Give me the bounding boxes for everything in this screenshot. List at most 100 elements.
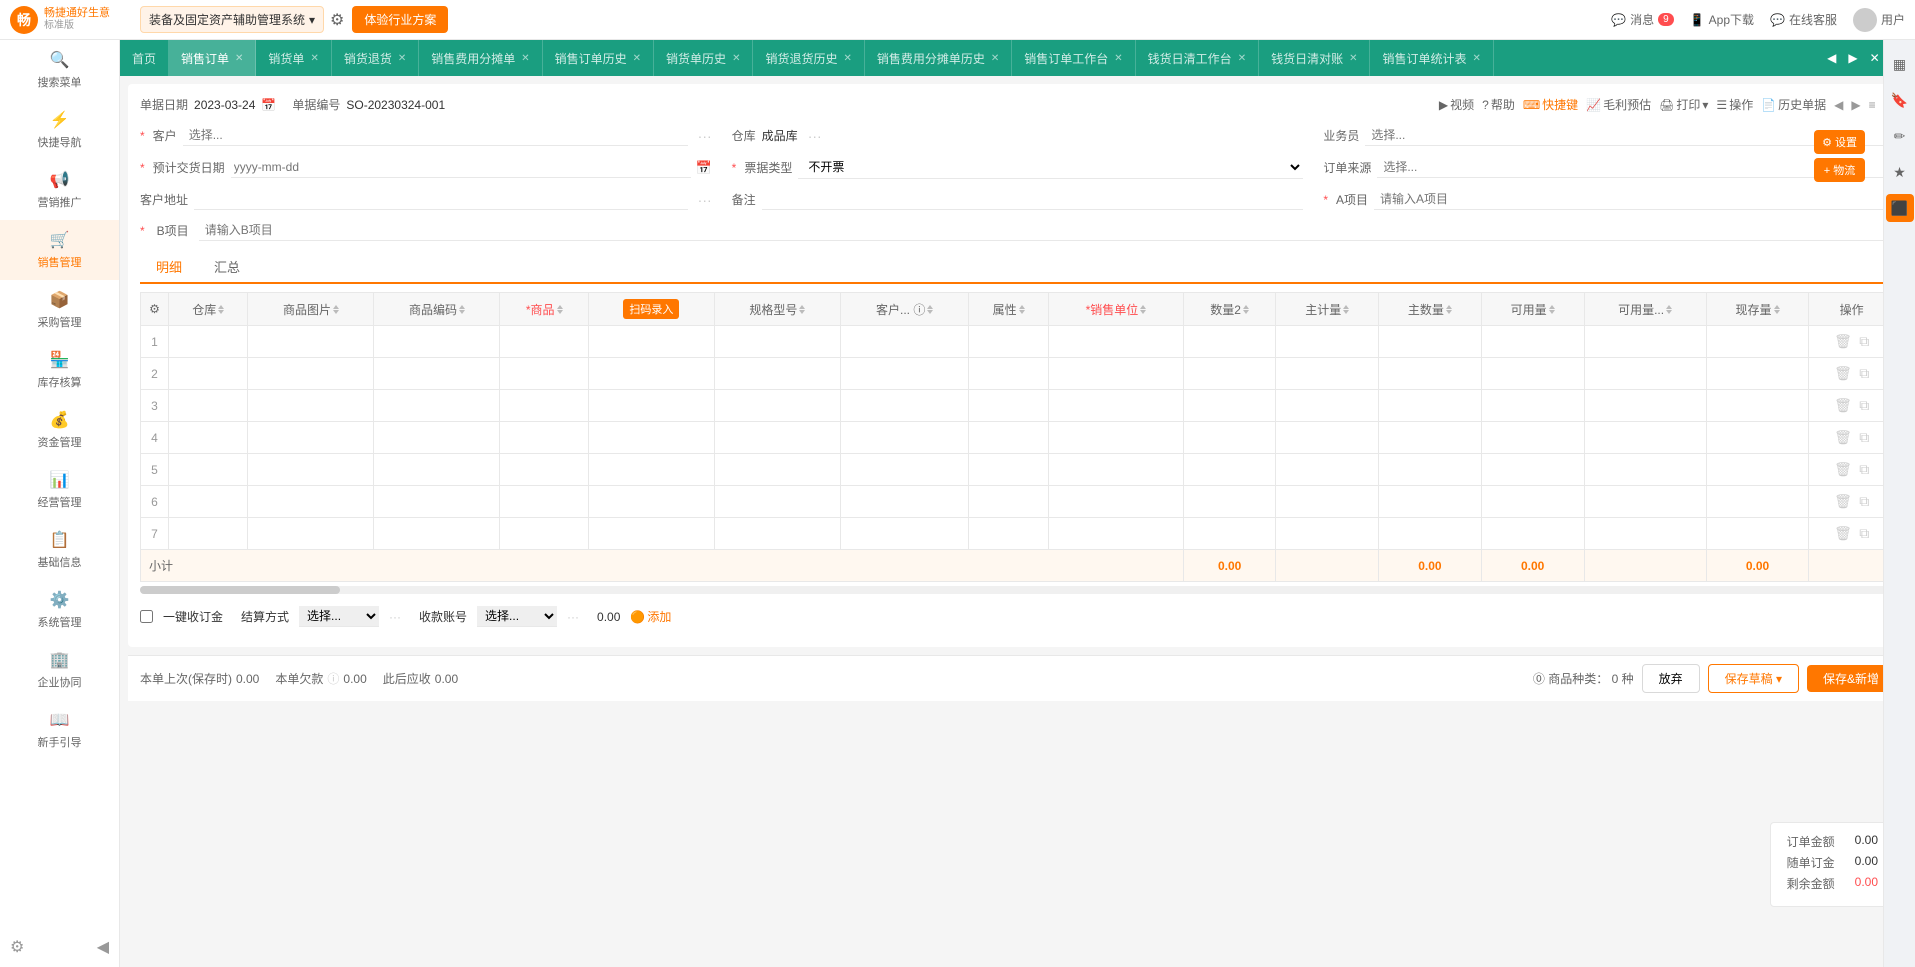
invoice-type-select[interactable]: 不开票: [798, 156, 1303, 179]
history-btn[interactable]: 📄 历史单据: [1761, 96, 1826, 113]
delivery-date-input[interactable]: [231, 157, 692, 178]
row-unit[interactable]: [1048, 358, 1183, 390]
row-available1[interactable]: [1481, 454, 1584, 486]
copy-icon[interactable]: ⧉: [1859, 397, 1869, 413]
row-attribute[interactable]: [969, 326, 1048, 358]
row-available1[interactable]: [1481, 390, 1584, 422]
row-spec[interactable]: [714, 326, 840, 358]
tab-close-icon[interactable]: ✕: [732, 53, 740, 64]
row-available1[interactable]: [1481, 422, 1584, 454]
row-qty2[interactable]: [1183, 518, 1275, 550]
collapse-icon[interactable]: ◀: [97, 937, 109, 957]
row-spec[interactable]: [714, 422, 840, 454]
tab-next-btn[interactable]: ▶: [1844, 49, 1861, 67]
copy-icon[interactable]: ⧉: [1859, 333, 1869, 349]
row-warehouse[interactable]: [169, 454, 248, 486]
row-code[interactable]: [374, 518, 500, 550]
app-download-btn[interactable]: 📱 App下载: [1690, 11, 1754, 28]
remark-input[interactable]: [762, 189, 1304, 210]
row-unit[interactable]: [1048, 422, 1183, 454]
th-available2[interactable]: 可用量...: [1584, 293, 1706, 326]
material-btn[interactable]: + 物流: [1814, 158, 1865, 182]
th-main-qty[interactable]: 主数量: [1379, 293, 1482, 326]
row-available2[interactable]: [1584, 358, 1706, 390]
row-available2[interactable]: [1584, 326, 1706, 358]
row-product[interactable]: [500, 358, 589, 390]
row-customer-spec[interactable]: [840, 326, 969, 358]
copy-icon[interactable]: ⧉: [1859, 429, 1869, 445]
help-btn[interactable]: ? 帮助: [1482, 96, 1515, 113]
row-code[interactable]: [374, 358, 500, 390]
operate-btn[interactable]: ☰ 操作: [1716, 96, 1753, 113]
discard-btn[interactable]: 放弃: [1642, 664, 1700, 693]
row-customer-spec[interactable]: [840, 518, 969, 550]
row-product[interactable]: [500, 454, 589, 486]
gear-icon[interactable]: ⚙: [10, 937, 24, 957]
quick-deposit-checkbox[interactable]: [140, 610, 153, 623]
video-btn[interactable]: ▶ 视频: [1439, 96, 1474, 113]
row-warehouse[interactable]: [169, 390, 248, 422]
system-selector[interactable]: 装备及固定资产辅助管理系统 ▾: [140, 6, 324, 33]
row-qty2[interactable]: [1183, 326, 1275, 358]
calendar-icon[interactable]: 📅: [695, 160, 711, 176]
row-attribute[interactable]: [969, 358, 1048, 390]
row-available1[interactable]: [1481, 358, 1584, 390]
copy-icon[interactable]: ⧉: [1859, 525, 1869, 541]
th-code[interactable]: 商品编码: [374, 293, 500, 326]
row-stock[interactable]: [1706, 518, 1809, 550]
industry-btn[interactable]: 体验行业方案: [352, 6, 448, 33]
row-available2[interactable]: [1584, 390, 1706, 422]
row-unit[interactable]: [1048, 454, 1183, 486]
user-menu[interactable]: 用户: [1853, 8, 1905, 32]
th-unit[interactable]: *销售单位: [1048, 293, 1183, 326]
sidebar-item-search[interactable]: 🔍 搜索菜单: [0, 40, 119, 100]
save-draft-btn[interactable]: 保存草稿 ▾: [1708, 664, 1799, 693]
row-code[interactable]: [374, 486, 500, 518]
delete-icon[interactable]: 🗑: [1834, 333, 1852, 349]
row-stock[interactable]: [1706, 326, 1809, 358]
copy-icon[interactable]: ⧉: [1859, 493, 1869, 509]
row-attribute[interactable]: [969, 422, 1048, 454]
row-available1[interactable]: [1481, 326, 1584, 358]
info-icon[interactable]: ⓘ: [327, 670, 339, 687]
tab-close-icon[interactable]: ✕: [235, 53, 243, 64]
row-qty2[interactable]: [1183, 486, 1275, 518]
right-panel-star-icon[interactable]: ★: [1886, 158, 1914, 186]
sidebar-item-operation[interactable]: 📊 经营管理: [0, 460, 119, 520]
delete-icon[interactable]: 🗑: [1834, 525, 1852, 541]
tab-close-all-btn[interactable]: ✕: [1866, 49, 1884, 67]
tab-detail[interactable]: 明细: [140, 251, 198, 284]
row-spec[interactable]: [714, 518, 840, 550]
message-btn[interactable]: 💬 消息 9: [1611, 11, 1674, 28]
row-main-qty[interactable]: [1379, 486, 1482, 518]
row-customer-spec[interactable]: [840, 390, 969, 422]
tab-summary[interactable]: 汇总: [198, 251, 256, 282]
nav-prev-icon[interactable]: ◀: [1834, 98, 1843, 112]
row-product[interactable]: [500, 326, 589, 358]
tab-sales-return[interactable]: 销货退货 ✕: [332, 40, 419, 76]
row-customer-spec[interactable]: [840, 454, 969, 486]
row-code[interactable]: [374, 326, 500, 358]
row-code[interactable]: [374, 454, 500, 486]
calendar-icon[interactable]: 📅: [261, 98, 276, 112]
row-main-qty[interactable]: [1379, 326, 1482, 358]
tab-receivable-reconcile[interactable]: 钱货日清对账 ✕: [1259, 40, 1370, 76]
row-product[interactable]: [500, 390, 589, 422]
delete-icon[interactable]: 🗑: [1834, 461, 1852, 477]
th-available1[interactable]: 可用量: [1481, 293, 1584, 326]
row-stock[interactable]: [1706, 390, 1809, 422]
setting-btn[interactable]: ⚙ 设置: [1814, 130, 1865, 154]
tab-close-icon[interactable]: ✕: [1349, 53, 1357, 64]
row-unit[interactable]: [1048, 326, 1183, 358]
row-main-unit[interactable]: [1276, 326, 1379, 358]
online-service-btn[interactable]: 💬 在线客服: [1770, 11, 1837, 28]
row-attribute[interactable]: [969, 486, 1048, 518]
th-spec[interactable]: 规格型号: [714, 293, 840, 326]
right-panel-grid-icon[interactable]: ▦: [1886, 50, 1914, 78]
project-a-input[interactable]: [1374, 189, 1895, 210]
th-warehouse[interactable]: 仓库: [169, 293, 248, 326]
copy-icon[interactable]: ⧉: [1859, 461, 1869, 477]
tab-sales-workbench[interactable]: 销售订单工作台 ✕: [1012, 40, 1135, 76]
tab-close-icon[interactable]: ✕: [1238, 53, 1246, 64]
dropdown-icon[interactable]: ▾: [1776, 672, 1782, 686]
